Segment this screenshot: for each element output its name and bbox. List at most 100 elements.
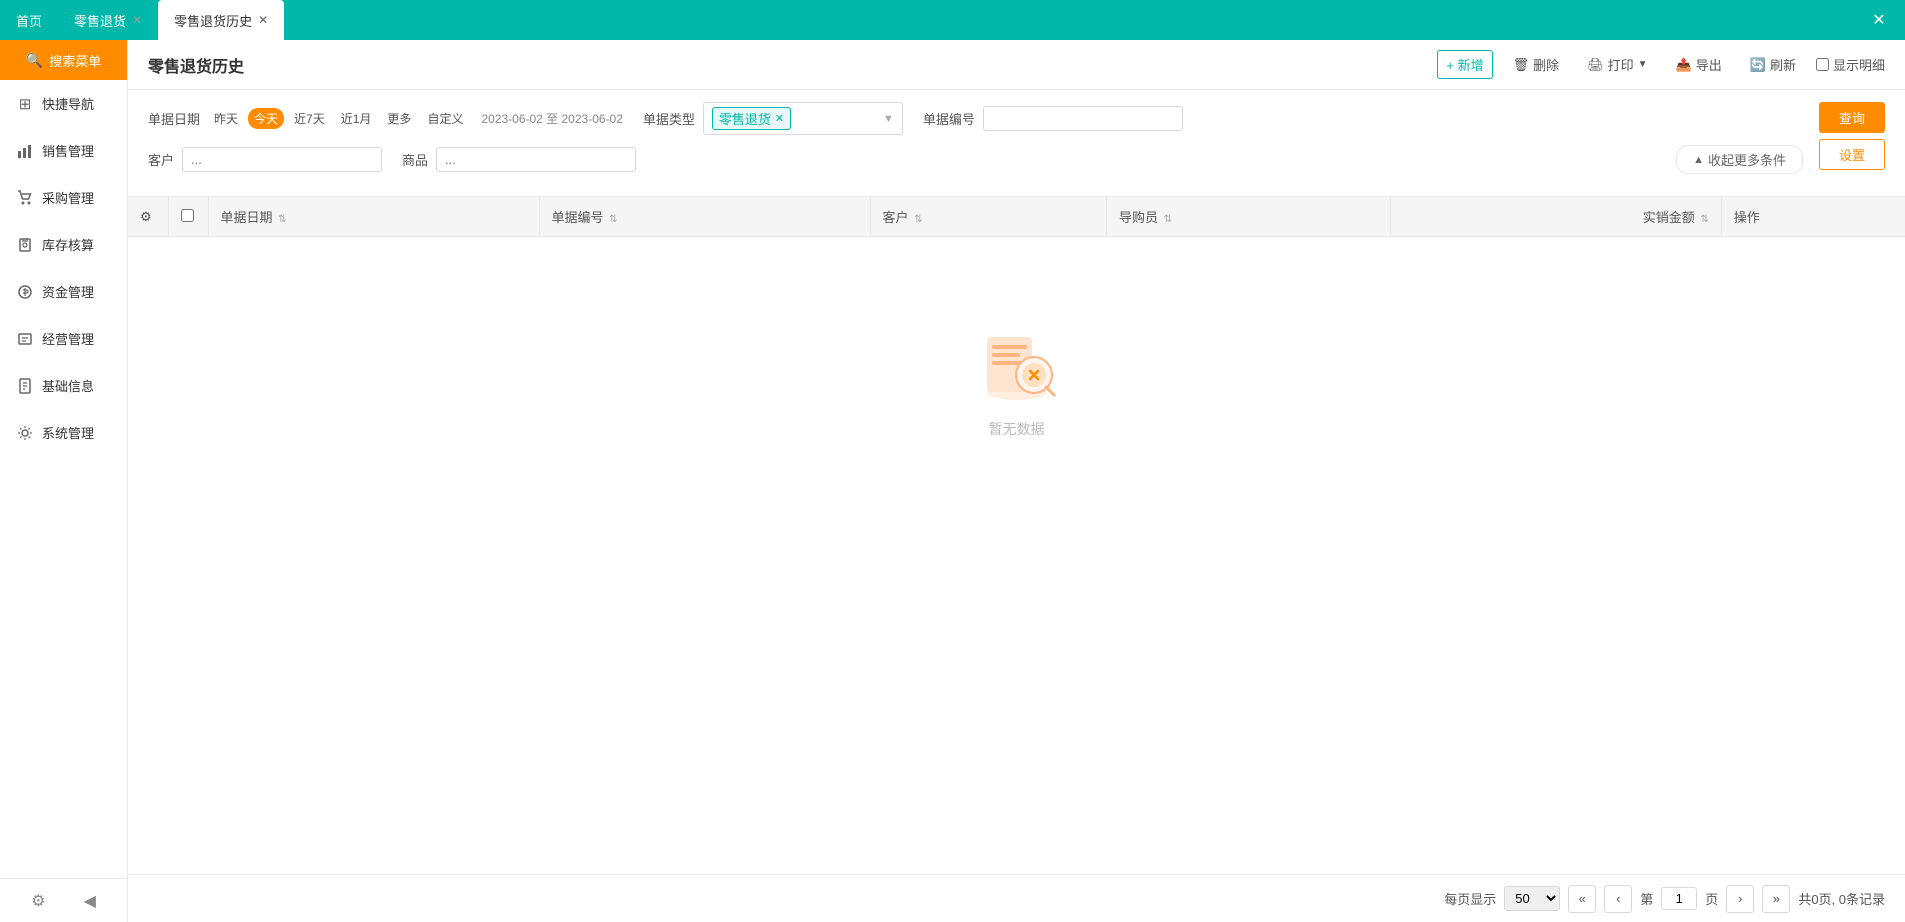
th-voucher-date[interactable]: 单据日期 ⇅ — [208, 197, 539, 237]
sidebar-item-operations-label: 经营管理 — [42, 329, 94, 348]
filter-actions-row: 单据日期 昨天 今天 近7天 近1月 更多 自定义 2023-06-02 至 2… — [148, 102, 1885, 184]
page-title: 零售退货历史 — [148, 53, 244, 77]
th-action-label: 操作 — [1734, 210, 1760, 225]
tabs-container: 首页 零售退货 ✕ 零售退货历史 ✕ — [0, 0, 1869, 40]
new-button[interactable]: + 新增 — [1437, 50, 1492, 79]
th-checkbox[interactable] — [168, 197, 208, 237]
voucher-type-select[interactable]: 零售退货 ✕ ▼ — [703, 102, 903, 135]
refresh-label: 刷新 — [1770, 55, 1796, 74]
page-size-select[interactable]: 50 100 200 — [1504, 886, 1560, 911]
sidebar-item-basic-info-label: 基础信息 — [42, 376, 94, 395]
page-number-input[interactable] — [1661, 887, 1697, 910]
inventory-icon — [16, 236, 34, 254]
filter-item-goods: 商品 — [402, 147, 636, 172]
window-close-button[interactable]: ✕ — [1869, 10, 1889, 30]
sidebar-item-finance-label: 资金管理 — [42, 282, 94, 301]
delete-button[interactable]: 🗑 删除 — [1505, 51, 1568, 78]
table-area: ⚙ 单据日期 ⇅ 单据编号 ⇅ — [128, 197, 1905, 874]
sidebar: 🔍 搜索菜单 ⊞ 快捷导航 销售管理 采购管理 — [0, 40, 128, 922]
th-voucher-date-label: 单据日期 — [221, 210, 273, 225]
th-guide-label: 导购员 — [1119, 210, 1158, 225]
filter-row-2: 客户 商品 ▲ 收起更多条件 — [148, 145, 1803, 174]
next-page-button[interactable]: › — [1726, 885, 1754, 913]
tab-retail-return-history-label: 零售退货历史 — [174, 11, 252, 30]
date-shortcut-today[interactable]: 今天 — [248, 108, 284, 129]
th-settings[interactable]: ⚙ — [128, 197, 168, 237]
sidebar-item-inventory[interactable]: 库存核算 — [0, 221, 127, 268]
actual-amount-sort-icon: ⇅ — [1700, 214, 1708, 225]
sidebar-bottom: ⚙ ◀ — [0, 878, 127, 922]
tab-retail-return-history-close[interactable]: ✕ — [258, 13, 268, 27]
th-actual-amount[interactable]: 实销金额 ⇅ — [1390, 197, 1721, 237]
page-size-label: 每页显示 — [1444, 889, 1496, 908]
sidebar-item-inventory-label: 库存核算 — [42, 235, 94, 254]
operations-icon — [16, 330, 34, 348]
date-shortcut-more[interactable]: 更多 — [381, 108, 417, 129]
last-page-button[interactable]: » — [1762, 885, 1790, 913]
first-page-button[interactable]: « — [1568, 885, 1596, 913]
table-settings-icon[interactable]: ⚙ — [140, 209, 152, 224]
voucher-no-input[interactable] — [983, 106, 1183, 131]
filter-item-customer: 客户 — [148, 147, 382, 172]
table-header-row: ⚙ 单据日期 ⇅ 单据编号 ⇅ — [128, 197, 1905, 237]
sidebar-item-system-mgmt[interactable]: 系统管理 — [0, 409, 127, 456]
voucher-type-tag: 零售退货 ✕ — [712, 107, 791, 130]
main-layout: 🔍 搜索菜单 ⊞ 快捷导航 销售管理 采购管理 — [0, 40, 1905, 922]
filter-item-date: 单据日期 昨天 今天 近7天 近1月 更多 自定义 2023-06-02 至 2… — [148, 108, 623, 129]
sidebar-item-quick-nav[interactable]: ⊞ 快捷导航 — [0, 80, 127, 127]
filter-settings-button[interactable]: 设置 — [1819, 139, 1885, 170]
date-shortcut-1month[interactable]: 近1月 — [335, 108, 378, 129]
toolbar: + 新增 🗑 删除 🖨 打印 ▼ 📤 导出 🔄 刷新 — [1437, 50, 1885, 79]
goods-input[interactable] — [436, 147, 636, 172]
date-shortcut-custom[interactable]: 自定义 — [421, 108, 469, 129]
finance-icon — [16, 283, 34, 301]
date-shortcut-yesterday[interactable]: 昨天 — [208, 108, 244, 129]
sidebar-item-sales-mgmt-label: 销售管理 — [42, 141, 94, 160]
voucher-type-tag-close[interactable]: ✕ — [775, 112, 784, 125]
sidebar-item-basic-info[interactable]: 基础信息 — [0, 362, 127, 409]
sidebar-item-sales-mgmt[interactable]: 销售管理 — [0, 127, 127, 174]
tab-retail-return[interactable]: 零售退货 ✕ — [58, 0, 158, 40]
tab-retail-return-close[interactable]: ✕ — [132, 13, 142, 27]
customer-input[interactable] — [182, 147, 382, 172]
tab-home[interactable]: 首页 — [0, 0, 58, 40]
print-button[interactable]: 🖨 打印 ▼ — [1579, 51, 1655, 78]
system-mgmt-icon — [16, 424, 34, 442]
sidebar-toggle-button[interactable]: ◀ — [84, 891, 96, 911]
th-customer[interactable]: 客户 ⇅ — [870, 197, 1106, 237]
query-button[interactable]: 查询 — [1819, 102, 1885, 133]
page-goto-label: 第 — [1640, 889, 1653, 908]
collapse-button[interactable]: ▲ 收起更多条件 — [1676, 145, 1803, 174]
sidebar-search-label: 搜索菜单 — [49, 51, 101, 70]
refresh-button[interactable]: 🔄 刷新 — [1742, 51, 1804, 78]
tab-home-label: 首页 — [16, 11, 42, 30]
filter-area: 单据日期 昨天 今天 近7天 近1月 更多 自定义 2023-06-02 至 2… — [128, 90, 1905, 197]
date-shortcut-7days[interactable]: 近7天 — [288, 108, 331, 129]
sidebar-item-operations[interactable]: 经营管理 — [0, 315, 127, 362]
guide-sort-icon: ⇅ — [1164, 214, 1172, 225]
voucher-date-label: 单据日期 — [148, 109, 200, 128]
pagination-bar: 每页显示 50 100 200 « ‹ 第 页 › » 共0页, 0条记录 — [128, 874, 1905, 922]
export-label: 导出 — [1696, 55, 1722, 74]
sidebar-item-finance[interactable]: 资金管理 — [0, 268, 127, 315]
prev-page-button[interactable]: ‹ — [1604, 885, 1632, 913]
filter-item-voucher-no: 单据编号 — [923, 106, 1183, 131]
select-all-checkbox[interactable] — [181, 209, 194, 222]
th-action: 操作 — [1721, 197, 1905, 237]
th-voucher-no[interactable]: 单据编号 ⇅ — [539, 197, 870, 237]
sidebar-item-quick-nav-label: 快捷导航 — [42, 94, 94, 113]
collapse-up-icon: ▲ — [1693, 154, 1704, 166]
sidebar-search-button[interactable]: 🔍 搜索菜单 — [0, 40, 127, 80]
export-button[interactable]: 📤 导出 — [1668, 51, 1730, 78]
top-bar: 首页 零售退货 ✕ 零售退货历史 ✕ ✕ — [0, 0, 1905, 40]
tab-retail-return-label: 零售退货 — [74, 11, 126, 30]
display-detail-checkbox-label[interactable]: 显示明细 — [1816, 55, 1885, 74]
display-detail-checkbox[interactable] — [1816, 58, 1829, 71]
empty-text: 暂无数据 — [989, 419, 1045, 439]
sidebar-item-purchase-mgmt[interactable]: 采购管理 — [0, 174, 127, 221]
display-detail-label: 显示明细 — [1833, 55, 1885, 74]
th-guide[interactable]: 导购员 ⇅ — [1107, 197, 1391, 237]
sidebar-settings-button[interactable]: ⚙ — [31, 891, 45, 911]
sidebar-item-purchase-mgmt-label: 采购管理 — [42, 188, 94, 207]
tab-retail-return-history[interactable]: 零售退货历史 ✕ — [158, 0, 284, 40]
